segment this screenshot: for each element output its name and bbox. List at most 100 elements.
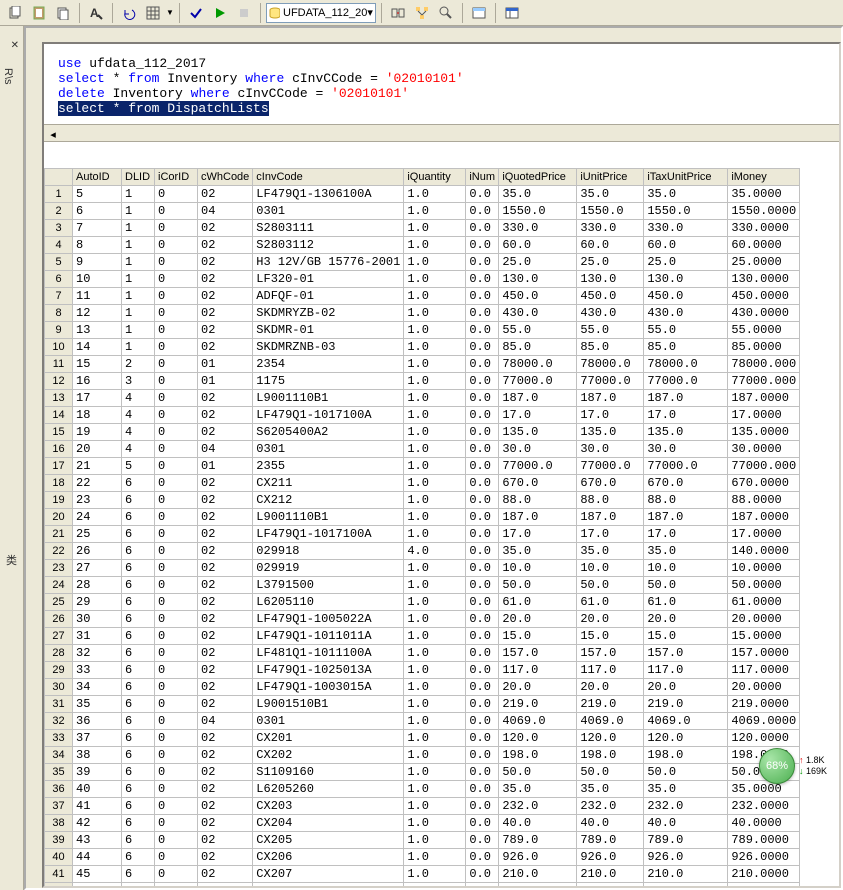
- cell[interactable]: 0.0: [466, 662, 499, 679]
- cell[interactable]: 0.0: [466, 271, 499, 288]
- cell[interactable]: 61.0: [644, 594, 728, 611]
- table-row[interactable]: 6101002LF320-011.00.0130.0130.0130.0130.…: [45, 271, 800, 288]
- cell[interactable]: 42: [73, 815, 122, 832]
- cell[interactable]: CX201: [253, 730, 404, 747]
- cell[interactable]: 02: [198, 475, 253, 492]
- cell[interactable]: 0.0: [466, 679, 499, 696]
- cell[interactable]: 187.0000: [728, 509, 800, 526]
- cell[interactable]: 78000.0: [577, 356, 644, 373]
- row-header[interactable]: 17: [45, 458, 73, 475]
- cell[interactable]: 24: [73, 509, 122, 526]
- cell[interactable]: 60.0: [499, 237, 577, 254]
- cell[interactable]: 46: [73, 883, 122, 887]
- scroll-left-icon[interactable]: ◂: [46, 127, 60, 141]
- cell[interactable]: 1.0: [404, 628, 466, 645]
- cell[interactable]: L9001510B1: [253, 696, 404, 713]
- cell[interactable]: 0.0: [466, 441, 499, 458]
- cell[interactable]: CX208: [253, 883, 404, 887]
- row-header[interactable]: 8: [45, 305, 73, 322]
- cell[interactable]: LF479Q1-1005022A: [253, 611, 404, 628]
- cell[interactable]: 40.0: [577, 815, 644, 832]
- cell[interactable]: 78000.0: [499, 356, 577, 373]
- cell[interactable]: 0: [155, 339, 198, 356]
- cell[interactable]: 0.0: [466, 407, 499, 424]
- cell[interactable]: 219.0: [577, 696, 644, 713]
- cell[interactable]: 88.0: [644, 492, 728, 509]
- cell[interactable]: 0.0: [466, 356, 499, 373]
- cell[interactable]: 1.0: [404, 662, 466, 679]
- cell[interactable]: 50.0000: [728, 577, 800, 594]
- cell[interactable]: 15.0000: [728, 628, 800, 645]
- cell[interactable]: 6: [122, 866, 155, 883]
- results-grid[interactable]: AutoIDDLIDiCorIDcWhCodecInvCodeiQuantity…: [44, 168, 839, 886]
- cell[interactable]: CX206: [253, 849, 404, 866]
- cell[interactable]: 0: [155, 560, 198, 577]
- column-header[interactable]: iQuotedPrice: [499, 169, 577, 186]
- cell[interactable]: 19: [73, 424, 122, 441]
- cell[interactable]: 4.0: [404, 543, 466, 560]
- cell[interactable]: 670.0: [499, 475, 577, 492]
- row-header[interactable]: 5: [45, 254, 73, 271]
- row-header[interactable]: 2: [45, 203, 73, 220]
- cell[interactable]: 02: [198, 271, 253, 288]
- cell[interactable]: 0: [155, 764, 198, 781]
- row-header[interactable]: 21: [45, 526, 73, 543]
- cell[interactable]: 029919: [253, 560, 404, 577]
- cell[interactable]: 1550.0000: [728, 203, 800, 220]
- cell[interactable]: 25: [73, 526, 122, 543]
- cell[interactable]: 135.0: [499, 424, 577, 441]
- cell[interactable]: 20.0: [499, 611, 577, 628]
- cell[interactable]: 02: [198, 526, 253, 543]
- cell[interactable]: 6: [122, 764, 155, 781]
- cell[interactable]: 0.0: [466, 798, 499, 815]
- cell[interactable]: 35.0: [499, 186, 577, 203]
- table-row[interactable]: 151002LF479Q1-1306100A1.00.035.035.035.0…: [45, 186, 800, 203]
- cell[interactable]: 85.0: [499, 339, 577, 356]
- cell[interactable]: 0.0: [466, 543, 499, 560]
- cell[interactable]: 117.0: [577, 662, 644, 679]
- cell[interactable]: 32: [73, 645, 122, 662]
- table-row[interactable]: 37416002CX2031.00.0232.0232.0232.0232.00…: [45, 798, 800, 815]
- cell[interactable]: 0.0: [466, 849, 499, 866]
- cell[interactable]: CX202: [253, 747, 404, 764]
- row-header[interactable]: 4: [45, 237, 73, 254]
- column-header[interactable]: AutoID: [73, 169, 122, 186]
- cell[interactable]: 61.0: [499, 594, 577, 611]
- cell[interactable]: SKDMRZNB-03: [253, 339, 404, 356]
- cell[interactable]: 1.0: [404, 220, 466, 237]
- cell[interactable]: 35.0: [644, 543, 728, 560]
- table-row[interactable]: 8121002SKDMRYZB-021.00.0430.0430.0430.04…: [45, 305, 800, 322]
- cell[interactable]: 0.0: [466, 747, 499, 764]
- cell[interactable]: 6: [73, 203, 122, 220]
- cell[interactable]: 450.0: [644, 288, 728, 305]
- cell[interactable]: 45: [73, 866, 122, 883]
- cell[interactable]: 0.0: [466, 866, 499, 883]
- cell[interactable]: 1: [122, 288, 155, 305]
- cell[interactable]: 20.0: [499, 679, 577, 696]
- cell[interactable]: 25.0: [644, 254, 728, 271]
- cell[interactable]: 029918: [253, 543, 404, 560]
- cell[interactable]: 02: [198, 322, 253, 339]
- cell[interactable]: LF479Q1-1011011A: [253, 628, 404, 645]
- cell[interactable]: 187.0000: [728, 390, 800, 407]
- table-row[interactable]: 9131002SKDMR-011.00.055.055.055.055.0000: [45, 322, 800, 339]
- cell[interactable]: 1.0: [404, 781, 466, 798]
- column-header[interactable]: iTaxUnitPrice: [644, 169, 728, 186]
- cell[interactable]: 2: [122, 356, 155, 373]
- cell[interactable]: 1: [122, 254, 155, 271]
- cell[interactable]: 187.0: [499, 390, 577, 407]
- cell[interactable]: 0: [155, 645, 198, 662]
- cell[interactable]: 77000.0: [499, 458, 577, 475]
- cell[interactable]: 1.0: [404, 866, 466, 883]
- cell[interactable]: 25.0: [577, 254, 644, 271]
- cell[interactable]: 15.0: [644, 628, 728, 645]
- cell[interactable]: 02: [198, 849, 253, 866]
- cell[interactable]: 0301: [253, 713, 404, 730]
- cell[interactable]: 0: [155, 662, 198, 679]
- cell[interactable]: CX207: [253, 866, 404, 883]
- cell[interactable]: 210.0: [644, 866, 728, 883]
- cell[interactable]: 789.0: [577, 832, 644, 849]
- table-row[interactable]: 24286002L37915001.00.050.050.050.050.000…: [45, 577, 800, 594]
- cell[interactable]: 0: [155, 849, 198, 866]
- cell[interactable]: 4069.0: [644, 713, 728, 730]
